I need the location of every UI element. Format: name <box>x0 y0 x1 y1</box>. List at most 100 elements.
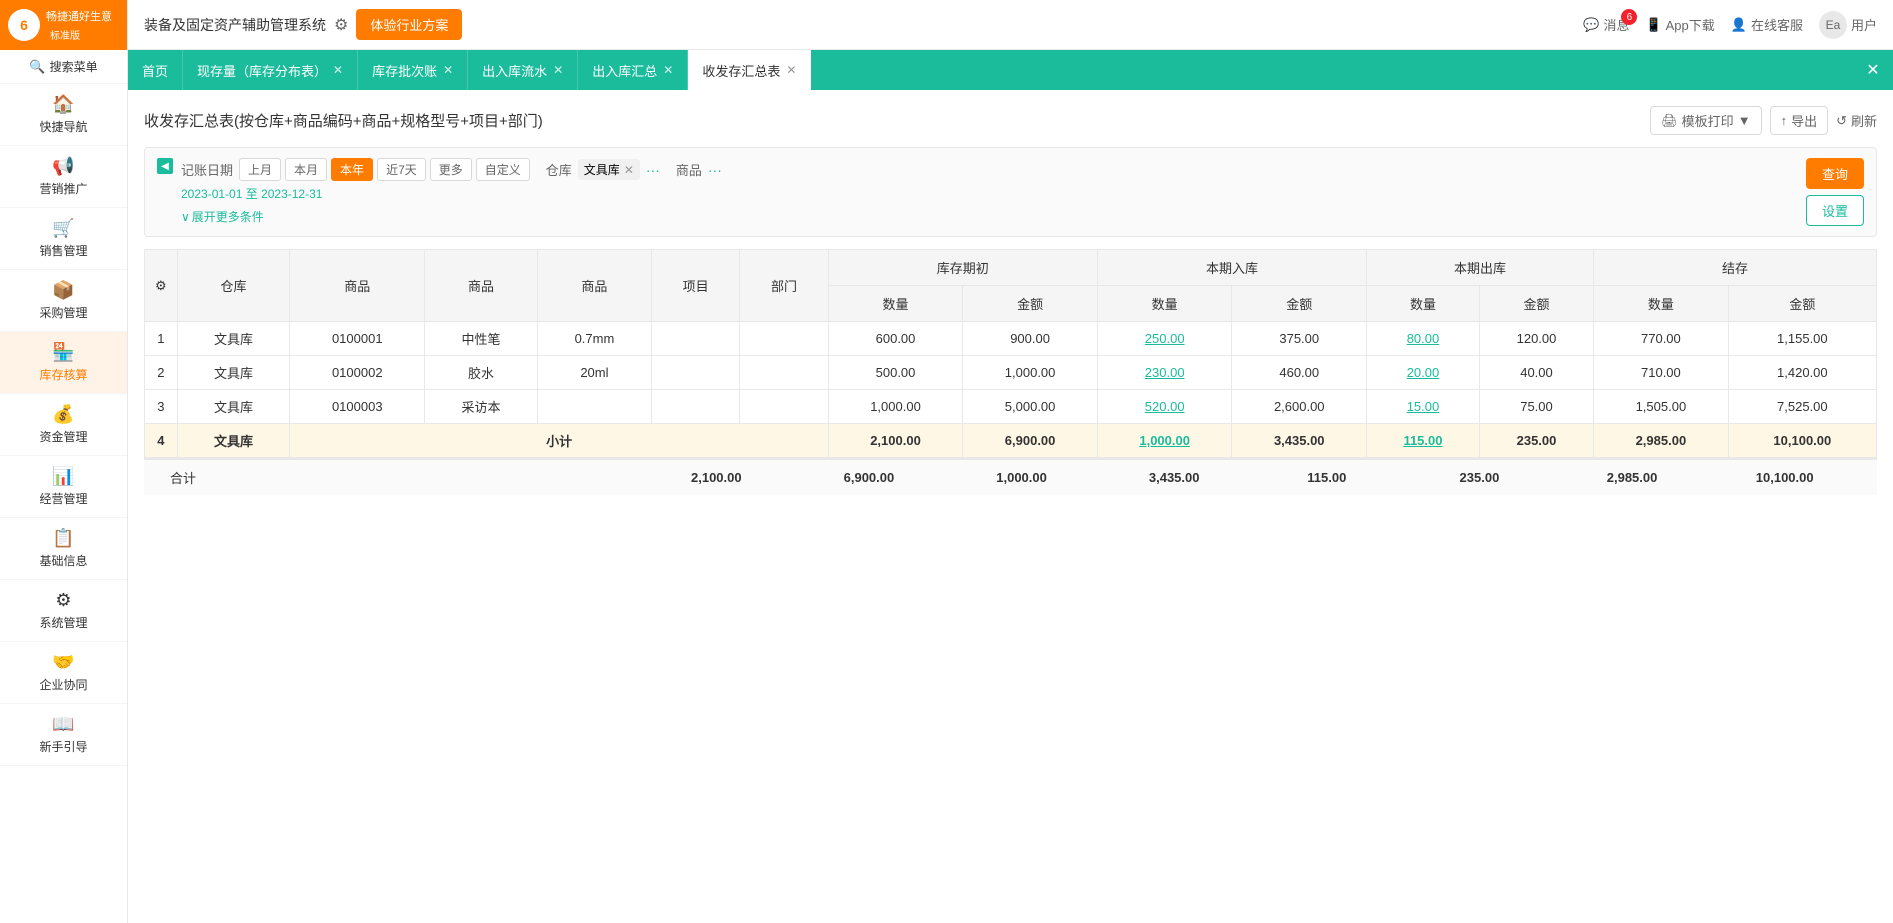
total-closing-qty: 2,985.00 <box>1556 470 1709 485</box>
warehouse-label: 仓库 <box>546 160 572 179</box>
date-btn-7days[interactable]: 近7天 <box>377 158 426 181</box>
col-header-in-qty: 数量 <box>1097 286 1232 322</box>
tab-home[interactable]: 首页 <box>128 50 183 90</box>
subtotal-warehouse: 文具库 <box>177 424 290 458</box>
row-in-qty[interactable]: 250.00 <box>1097 322 1232 356</box>
sidebar-item-inventory[interactable]: 🏪 库存核算 <box>0 332 127 394</box>
sidebar-item-quick-nav[interactable]: 🏠 快捷导航 <box>0 84 127 146</box>
row-goods-name: 胶水 <box>425 356 538 390</box>
total-opening-amt: 6,900.00 <box>793 470 946 485</box>
row-seq: 3 <box>145 390 178 424</box>
warehouse-ellipsis[interactable]: ··· <box>646 162 660 178</box>
row-out-qty[interactable]: 20.00 <box>1367 356 1480 390</box>
table-wrap: ⚙ 仓库 商品 商品 商品 项目 部门 库存期初 本期入库 本期出库 结存 <box>144 249 1877 458</box>
tab-batch-ledger-close[interactable]: ✕ <box>443 63 453 77</box>
col-header-settings[interactable]: ⚙ <box>145 250 178 322</box>
row-out-qty[interactable]: 15.00 <box>1367 390 1480 424</box>
export-button[interactable]: ↑ 导出 <box>1770 106 1829 135</box>
main-area: 装备及固定资产辅助管理系统 ⚙ 体验行业方案 💬 消息 6 📱 App下载 👤 … <box>128 0 1893 923</box>
sidebar-item-purchase[interactable]: 📦 采购管理 <box>0 270 127 332</box>
row-closing-qty: 770.00 <box>1594 322 1729 356</box>
refresh-icon: ↺ <box>1836 113 1847 129</box>
tab-stock-flow-close[interactable]: ✕ <box>553 63 563 77</box>
row-in-qty[interactable]: 230.00 <box>1097 356 1232 390</box>
subtotal-in-qty[interactable]: 1,000.00 <box>1097 424 1232 458</box>
subtotal-label: 小计 <box>290 424 828 458</box>
row-out-amt: 120.00 <box>1479 322 1593 356</box>
row-goods-spec: 20ml <box>537 356 651 390</box>
trial-button[interactable]: 体验行业方案 <box>356 9 462 40</box>
goods-label: 商品 <box>676 160 702 179</box>
row-opening-qty: 500.00 <box>828 356 963 390</box>
date-btn-this-month[interactable]: 本月 <box>285 158 327 181</box>
sidebar-item-search[interactable]: 🔍 搜索菜单 <box>0 50 127 84</box>
tab-stock-dist[interactable]: 现存量（库存分布表） ✕ <box>183 50 358 90</box>
print-btn-label: 模板打印 <box>1682 111 1734 130</box>
page-title: 收发存汇总表(按仓库+商品编码+商品+规格型号+项目+部门) <box>144 110 543 131</box>
tab-batch-ledger[interactable]: 库存批次账 ✕ <box>358 50 468 90</box>
tab-recv-send-summary[interactable]: 收发存汇总表 ✕ <box>688 50 811 90</box>
print-dropdown-icon: ▼ <box>1738 113 1751 128</box>
refresh-btn-label: 刷新 <box>1851 111 1877 130</box>
settings-small-button[interactable]: 设置 <box>1806 195 1864 226</box>
message-btn[interactable]: 💬 消息 6 <box>1583 15 1629 34</box>
print-button[interactable]: 🖨 模板打印 ▼ <box>1650 106 1761 135</box>
sidebar-item-operation[interactable]: 📊 经营管理 <box>0 456 127 518</box>
table-row: 1 文具库 0100001 中性笔 0.7mm 600.00 900.00 25… <box>145 322 1877 356</box>
app-download-btn[interactable]: 📱 App下载 <box>1645 15 1714 34</box>
row-in-qty[interactable]: 520.00 <box>1097 390 1232 424</box>
date-btn-this-year[interactable]: 本年 <box>331 158 373 181</box>
subtotal-row: 4 文具库 小计 2,100.00 6,900.00 1,000.00 3,43… <box>145 424 1877 458</box>
subtotal-seq: 4 <box>145 424 178 458</box>
refresh-button[interactable]: ↺ 刷新 <box>1836 111 1877 130</box>
sidebar-item-basic[interactable]: 📋 基础信息 <box>0 518 127 580</box>
row-out-qty[interactable]: 80.00 <box>1367 322 1480 356</box>
subtotal-opening-qty: 2,100.00 <box>828 424 963 458</box>
date-btn-last-month[interactable]: 上月 <box>239 158 281 181</box>
tab-stock-summary[interactable]: 出入库汇总 ✕ <box>578 50 688 90</box>
subtotal-out-qty[interactable]: 115.00 <box>1367 424 1480 458</box>
settings-icon[interactable]: ⚙ <box>334 15 348 35</box>
date-btn-custom[interactable]: 自定义 <box>476 158 530 181</box>
query-button[interactable]: 查询 <box>1806 158 1864 189</box>
col-header-opening-qty: 数量 <box>828 286 963 322</box>
sidebar-item-enterprise[interactable]: 🤝 企业协同 <box>0 642 127 704</box>
export-icon: ↑ <box>1781 113 1788 128</box>
sidebar-item-finance[interactable]: 💰 资金管理 <box>0 394 127 456</box>
date-btn-more[interactable]: 更多 <box>430 158 472 181</box>
sales-icon: 🛒 <box>52 218 74 239</box>
sidebar-item-sales[interactable]: 🛒 销售管理 <box>0 208 127 270</box>
goods-ellipsis[interactable]: ··· <box>708 162 722 178</box>
total-in-amt: 3,435.00 <box>1098 470 1251 485</box>
sidebar-item-marketing[interactable]: 📢 营销推广 <box>0 146 127 208</box>
page-header-actions: 🖨 模板打印 ▼ ↑ 导出 ↺ 刷新 <box>1650 106 1877 135</box>
sidebar-item-guide[interactable]: 📖 新手引导 <box>0 704 127 766</box>
sidebar-item-label-search: 搜索菜单 <box>50 58 98 75</box>
warehouse-remove-icon[interactable]: ✕ <box>624 163 634 177</box>
collapse-btn[interactable]: ◀ <box>157 158 173 174</box>
page-header: 收发存汇总表(按仓库+商品编码+商品+规格型号+项目+部门) 🖨 模板打印 ▼ … <box>144 106 1877 135</box>
tab-window-close[interactable]: ✕ <box>1853 50 1893 90</box>
tab-recv-send-summary-close[interactable]: ✕ <box>786 63 796 77</box>
service-icon: 👤 <box>1731 17 1747 33</box>
online-service-label: 在线客服 <box>1751 15 1803 34</box>
row-opening-amt: 1,000.00 <box>963 356 1098 390</box>
online-service-btn[interactable]: 👤 在线客服 <box>1731 15 1803 34</box>
top-header-left: 装备及固定资产辅助管理系统 ⚙ 体验行业方案 <box>144 9 462 40</box>
row-closing-amt: 1,420.00 <box>1728 356 1876 390</box>
tab-stock-dist-close[interactable]: ✕ <box>333 63 343 77</box>
sidebar-item-system[interactable]: ⚙ 系统管理 <box>0 580 127 642</box>
sidebar-nav: 🔍 搜索菜单 🏠 快捷导航 📢 营销推广 🛒 销售管理 📦 采购管理 🏪 库存核… <box>0 50 127 923</box>
row-department <box>740 356 828 390</box>
user-menu[interactable]: Ea 用户 <box>1819 11 1877 39</box>
tab-stock-summary-close[interactable]: ✕ <box>663 63 673 77</box>
row-opening-qty: 600.00 <box>828 322 963 356</box>
warehouse-selected-value: 文具库 <box>584 161 620 178</box>
expand-btn[interactable]: ∨ 展开更多条件 <box>181 208 1798 225</box>
row-goods-code: 0100003 <box>290 390 425 424</box>
tab-stock-flow[interactable]: 出入库流水 ✕ <box>468 50 578 90</box>
sidebar-item-label-guide: 新手引导 <box>39 738 87 755</box>
enterprise-icon: 🤝 <box>52 652 74 673</box>
row-closing-amt: 7,525.00 <box>1728 390 1876 424</box>
row-goods-code: 0100002 <box>290 356 425 390</box>
